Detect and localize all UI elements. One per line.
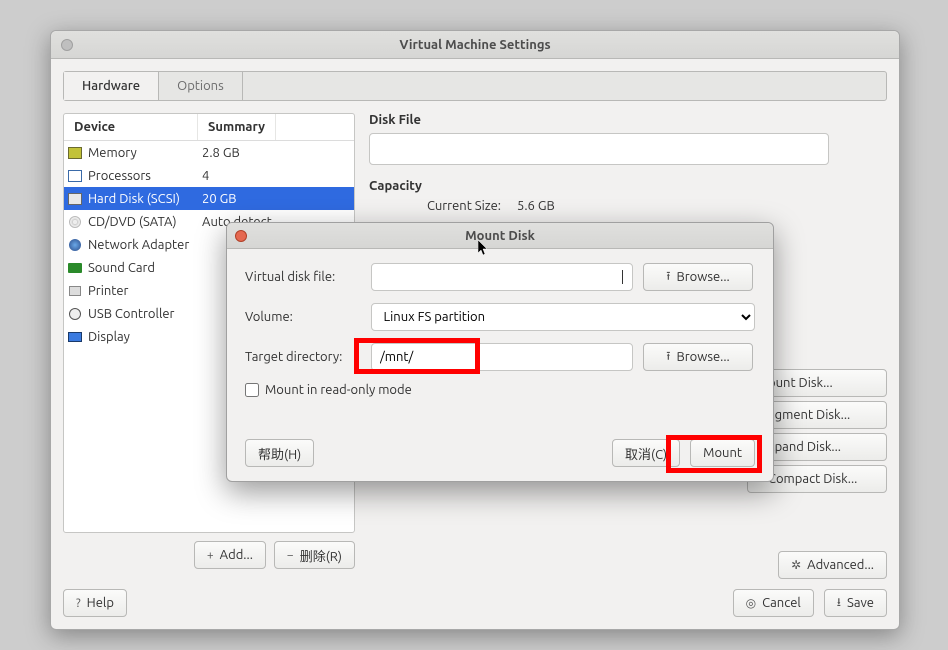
browse-label: Browse... — [676, 270, 729, 284]
col-summary: Summary — [198, 114, 276, 140]
save-label: Save — [847, 596, 874, 610]
device-name: Processors — [86, 169, 198, 183]
add-label: Add... — [220, 548, 253, 562]
dialog-mount-button[interactable]: Mount — [690, 439, 755, 467]
device-name: Display — [86, 330, 198, 344]
remove-device-button[interactable]: − 删除(R) — [274, 541, 355, 569]
upload-icon: ⭱ — [666, 347, 670, 368]
device-name: Network Adapter — [86, 238, 198, 252]
browse-target-button[interactable]: ⭱ Browse... — [643, 343, 753, 371]
device-icon — [64, 193, 86, 205]
cancel-button[interactable]: ◎ Cancel — [733, 589, 814, 617]
device-row[interactable]: Processors4 — [64, 164, 354, 187]
text-caret — [622, 270, 623, 284]
advanced-label: Advanced... — [807, 558, 874, 572]
device-icon — [64, 286, 86, 296]
readonly-checkbox-row[interactable]: Mount in read-only mode — [245, 383, 755, 397]
device-list-actions: + Add... − 删除(R) — [63, 533, 355, 569]
virtual-disk-label: Virtual disk file: — [245, 270, 361, 284]
cancel-label: Cancel — [762, 596, 801, 610]
dialog-help-button[interactable]: 帮助(H) — [245, 439, 314, 467]
volume-select[interactable]: Linux FS partition — [371, 303, 755, 331]
device-summary: 4 — [198, 169, 354, 183]
add-device-button[interactable]: + Add... — [194, 541, 266, 569]
volume-label: Volume: — [245, 310, 361, 324]
help-icon: ? — [76, 597, 81, 610]
dialog-cancel-button[interactable]: 取消(C) — [612, 439, 680, 467]
remove-label: 删除(R) — [300, 546, 342, 565]
plus-icon: + — [207, 549, 214, 562]
device-name: USB Controller — [86, 307, 198, 321]
window-titlebar: Virtual Machine Settings — [51, 31, 899, 59]
tab-hardware[interactable]: Hardware — [64, 72, 159, 100]
device-icon — [64, 308, 86, 320]
dialog-title: Mount Disk — [465, 229, 535, 243]
target-row: Target directory: ⭱ Browse... — [245, 343, 755, 371]
target-label: Target directory: — [245, 350, 361, 364]
help-button[interactable]: ? Help — [63, 589, 127, 617]
browse-label: Browse... — [676, 350, 729, 364]
save-button[interactable]: ⭳ Save — [824, 589, 887, 617]
capacity-title: Capacity — [369, 179, 887, 193]
device-name: CD/DVD (SATA) — [86, 215, 198, 229]
capacity-row: Current Size: 5.6 GB — [369, 199, 887, 213]
gear-icon: ✲ — [791, 558, 801, 572]
device-row[interactable]: Memory2.8 GB — [64, 141, 354, 164]
tabs: Hardware Options — [63, 71, 887, 101]
device-icon — [64, 332, 86, 342]
disk-file-input[interactable] — [369, 133, 829, 165]
virtual-disk-input[interactable] — [371, 263, 633, 291]
disk-file-title: Disk File — [369, 113, 887, 127]
device-name: Sound Card — [86, 261, 198, 275]
current-size-value: 5.6 GB — [517, 199, 555, 213]
device-icon — [64, 147, 86, 159]
device-name: Hard Disk (SCSI) — [86, 192, 198, 206]
help-label: Help — [87, 596, 114, 610]
device-icon — [64, 263, 86, 273]
col-device: Device — [64, 114, 198, 140]
save-icon: ⭳ — [837, 593, 841, 614]
cancel-icon: ◎ — [746, 596, 756, 610]
current-size-label: Current Size: — [401, 199, 501, 213]
device-row[interactable]: Hard Disk (SCSI)20 GB — [64, 187, 354, 210]
device-icon — [64, 239, 86, 251]
device-icon — [64, 216, 86, 228]
readonly-checkbox[interactable] — [245, 383, 259, 397]
device-icon — [64, 170, 86, 182]
volume-row: Volume: Linux FS partition — [245, 303, 755, 331]
dialog-actions: 帮助(H) 取消(C) Mount — [245, 439, 755, 467]
virtual-disk-row: Virtual disk file: ⭱ Browse... — [245, 263, 755, 291]
window-dot-icon — [61, 39, 73, 51]
tab-options[interactable]: Options — [159, 72, 243, 100]
readonly-label: Mount in read-only mode — [265, 383, 412, 397]
upload-icon: ⭱ — [666, 267, 670, 288]
target-directory-input[interactable] — [371, 343, 633, 371]
browse-disk-button[interactable]: ⭱ Browse... — [643, 263, 753, 291]
device-name: Memory — [86, 146, 198, 160]
dialog-titlebar: Mount Disk — [227, 223, 773, 249]
window-title: Virtual Machine Settings — [399, 38, 550, 52]
close-icon[interactable] — [235, 230, 247, 242]
device-summary: 20 GB — [198, 192, 354, 206]
dialog-body: Virtual disk file: ⭱ Browse... Volume: L… — [227, 249, 773, 411]
mount-disk-dialog: Mount Disk Virtual disk file: ⭱ Browse..… — [226, 222, 774, 482]
device-list-header: Device Summary — [64, 114, 354, 141]
bottom-bar: ? Help ◎ Cancel ⭳ Save — [63, 589, 887, 617]
device-summary: 2.8 GB — [198, 146, 354, 160]
advanced-button[interactable]: ✲ Advanced... — [778, 551, 887, 579]
device-name: Printer — [86, 284, 198, 298]
minus-icon: − — [287, 549, 294, 562]
